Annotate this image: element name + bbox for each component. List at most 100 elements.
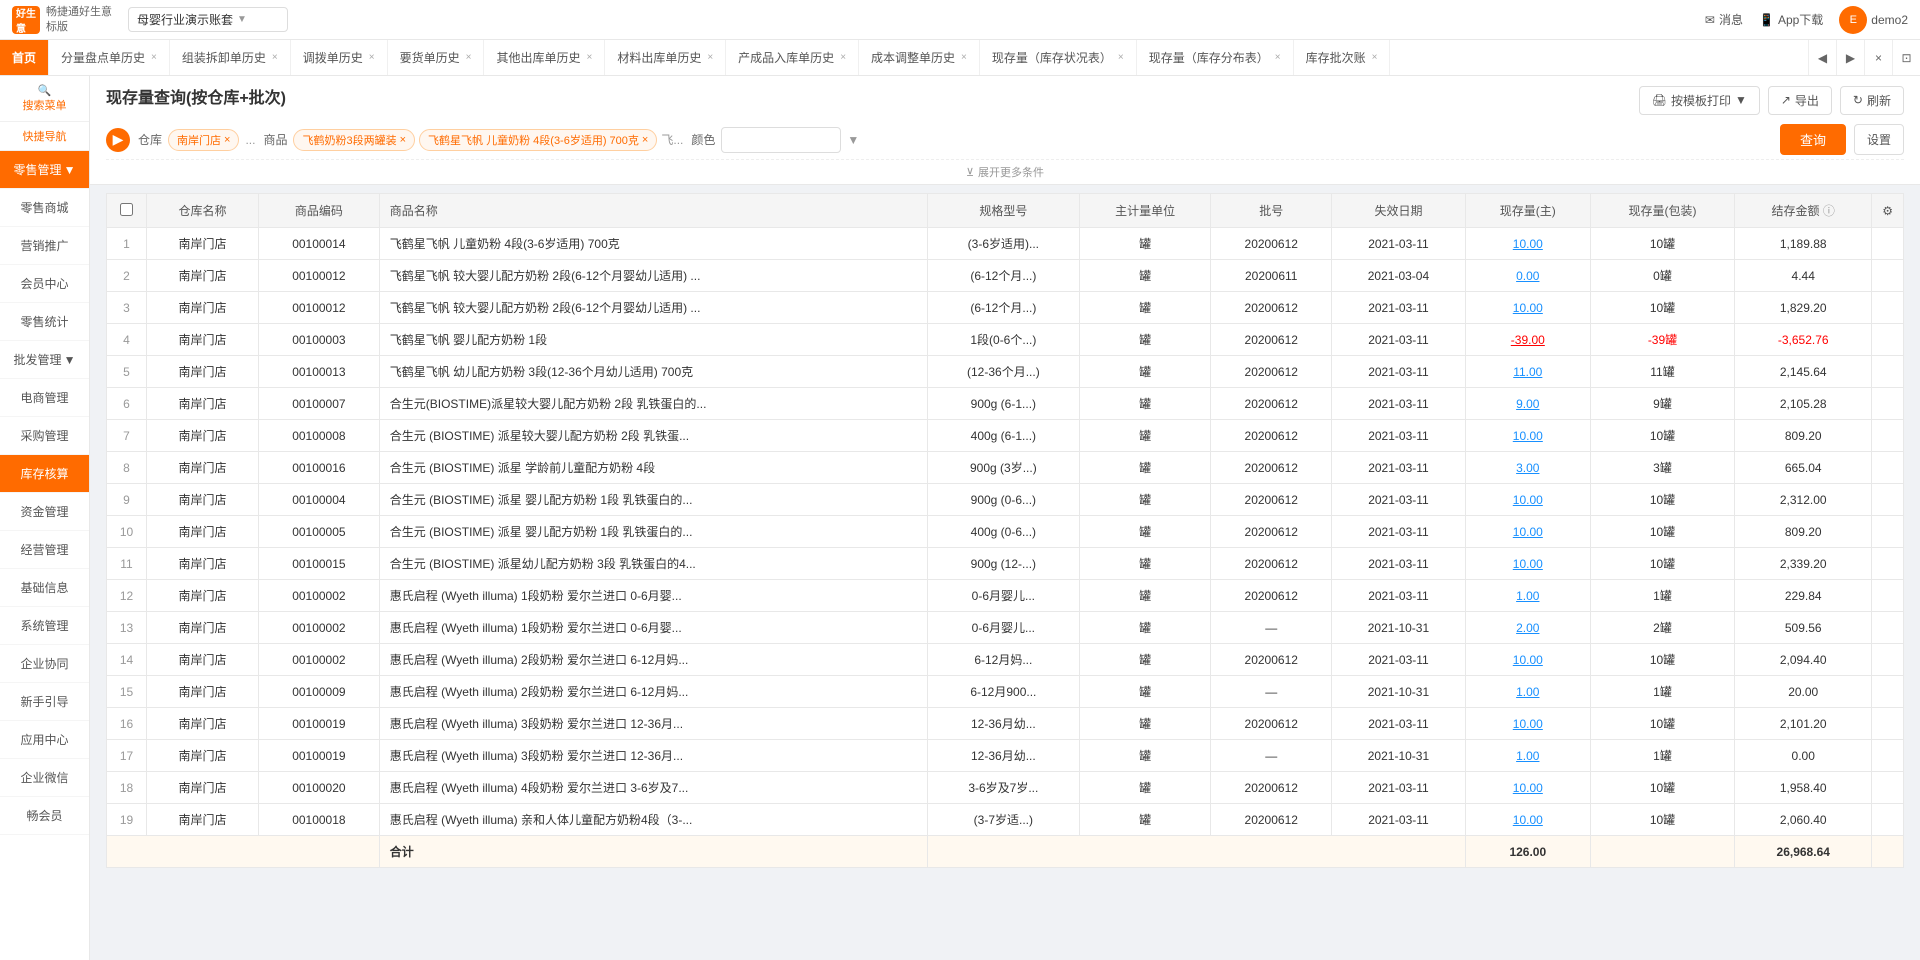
row-qty-main[interactable]: 10.00 bbox=[1465, 516, 1590, 548]
sidebar-item-enterprise-wechat[interactable]: 企业微信 bbox=[0, 759, 89, 797]
close-icon[interactable]: × bbox=[369, 52, 375, 63]
setting-button[interactable]: 设置 bbox=[1854, 124, 1904, 155]
col-settings[interactable]: ⚙ bbox=[1872, 194, 1904, 228]
row-batch: 20200612 bbox=[1211, 452, 1332, 484]
close-icon[interactable]: × bbox=[272, 52, 278, 63]
row-name: 飞鹤星飞帆 婴儿配方奶粉 1段 bbox=[379, 324, 927, 356]
sidebar-search[interactable]: 🔍 搜索菜单 bbox=[0, 76, 89, 122]
tab-11[interactable]: 库存批次账 × bbox=[1294, 40, 1391, 76]
query-button[interactable]: 查询 bbox=[1780, 124, 1846, 155]
color-input[interactable] bbox=[721, 127, 841, 153]
row-qty-main[interactable]: 1.00 bbox=[1465, 676, 1590, 708]
table-row: 18 南岸门店 00100020 惠氏启程 (Wyeth illuma) 4段奶… bbox=[107, 772, 1904, 804]
sidebar-item-enterprise[interactable]: 企业协同 bbox=[0, 645, 89, 683]
sidebar-item-retail-stat[interactable]: 零售统计 bbox=[0, 303, 89, 341]
messages-button[interactable]: ✉ 消息 bbox=[1705, 11, 1743, 28]
sidebar-item-purchase[interactable]: 采购管理 bbox=[0, 417, 89, 455]
expand-arrow-button[interactable]: ▶ bbox=[106, 128, 130, 152]
close-icon[interactable]: × bbox=[586, 52, 592, 63]
tab-8[interactable]: 成本调整单历史 × bbox=[859, 40, 980, 76]
row-qty-main[interactable]: 3.00 bbox=[1465, 452, 1590, 484]
sidebar-item-system[interactable]: 系统管理 bbox=[0, 607, 89, 645]
nav-maximize-button[interactable]: ⊡ bbox=[1892, 40, 1920, 76]
sidebar-item-retail[interactable]: 零售管理 ▼ bbox=[0, 151, 89, 189]
app-download-button[interactable]: 📱 App下载 bbox=[1759, 11, 1823, 28]
checkbox-header[interactable] bbox=[107, 194, 147, 228]
refresh-button[interactable]: ↻ 刷新 bbox=[1840, 86, 1904, 115]
col-expire: 失效日期 bbox=[1332, 194, 1466, 228]
nav-prev-button[interactable]: ◀ bbox=[1808, 40, 1836, 76]
warehouse-tag-0[interactable]: 南岸门店 × bbox=[168, 129, 239, 151]
row-qty-main[interactable]: 11.00 bbox=[1465, 356, 1590, 388]
sidebar-item-wholesale[interactable]: 批发管理 ▼ bbox=[0, 341, 89, 379]
tab-7[interactable]: 产成品入库单历史 × bbox=[726, 40, 859, 76]
tab-1[interactable]: 分量盘点单历史 × bbox=[49, 40, 170, 76]
tab-5[interactable]: 其他出库单历史 × bbox=[484, 40, 605, 76]
remove-tag-icon[interactable]: × bbox=[642, 134, 648, 146]
close-icon[interactable]: × bbox=[1275, 52, 1281, 63]
row-qty-main[interactable]: 10.00 bbox=[1465, 292, 1590, 324]
sidebar-item-retail-shop[interactable]: 零售商城 bbox=[0, 189, 89, 227]
row-qty-main[interactable]: 10.00 bbox=[1465, 548, 1590, 580]
row-warehouse: 南岸门店 bbox=[147, 804, 259, 836]
tab-home[interactable]: 首页 bbox=[0, 40, 49, 76]
row-qty-main[interactable]: 2.00 bbox=[1465, 612, 1590, 644]
product-tag-0[interactable]: 飞鹤奶粉3段两罐装 × bbox=[293, 129, 415, 151]
close-icon[interactable]: × bbox=[707, 52, 713, 63]
tab-10[interactable]: 现存量（库存分布表） × bbox=[1137, 40, 1294, 76]
close-icon[interactable]: × bbox=[840, 52, 846, 63]
row-qty-main[interactable]: 10.00 bbox=[1465, 644, 1590, 676]
print-button[interactable]: 🖨 按模板打印 ▼ bbox=[1639, 86, 1760, 115]
row-qty-main[interactable]: 10.00 bbox=[1465, 484, 1590, 516]
sidebar-item-app-center[interactable]: 应用中心 bbox=[0, 721, 89, 759]
close-icon[interactable]: × bbox=[466, 52, 472, 63]
row-num: 5 bbox=[107, 356, 147, 388]
tab-3[interactable]: 调拨单历史 × bbox=[291, 40, 388, 76]
tab-6[interactable]: 材料出库单历史 × bbox=[605, 40, 726, 76]
sidebar-item-marketing[interactable]: 营销推广 bbox=[0, 227, 89, 265]
content-area: 现存量查询(按仓库+批次) 🖨 按模板打印 ▼ ↗ 导出 ↻ 刷新 bbox=[90, 76, 1920, 960]
row-qty-main[interactable]: 10.00 bbox=[1465, 708, 1590, 740]
sidebar-item-inventory[interactable]: 库存核算 bbox=[0, 455, 89, 493]
nav-next-button[interactable]: ▶ bbox=[1836, 40, 1864, 76]
sidebar-item-finance[interactable]: 资金管理 bbox=[0, 493, 89, 531]
row-qty-main[interactable]: 10.00 bbox=[1465, 420, 1590, 452]
info-icon[interactable]: ⓘ bbox=[1823, 204, 1835, 218]
tab-2[interactable]: 组装拆卸单历史 × bbox=[170, 40, 291, 76]
row-qty-main[interactable]: 9.00 bbox=[1465, 388, 1590, 420]
row-qty-main[interactable]: 10.00 bbox=[1465, 804, 1590, 836]
product-more[interactable]: 飞... bbox=[661, 131, 683, 148]
sidebar-item-member[interactable]: 会员中心 bbox=[0, 265, 89, 303]
close-icon[interactable]: × bbox=[1118, 52, 1124, 63]
sidebar-item-basic[interactable]: 基础信息 bbox=[0, 569, 89, 607]
row-qty-main[interactable]: 1.00 bbox=[1465, 580, 1590, 612]
select-all-checkbox[interactable] bbox=[120, 203, 133, 216]
sidebar-quick-nav[interactable]: 快捷导航 bbox=[0, 122, 89, 151]
tab-4[interactable]: 要货单历史 × bbox=[388, 40, 485, 76]
tab-9[interactable]: 现存量（库存状况表） × bbox=[980, 40, 1137, 76]
expand-more-conditions[interactable]: ⊻ 展开更多条件 bbox=[106, 159, 1904, 184]
close-icon[interactable]: × bbox=[1372, 52, 1378, 63]
user-menu[interactable]: E demo2 bbox=[1839, 6, 1908, 34]
close-icon[interactable]: × bbox=[961, 52, 967, 63]
sidebar-item-vip[interactable]: 畅会员 bbox=[0, 797, 89, 835]
row-spec: 3-6岁及7岁... bbox=[927, 772, 1079, 804]
export-button[interactable]: ↗ 导出 bbox=[1768, 86, 1832, 115]
row-qty-main[interactable]: 10.00 bbox=[1465, 228, 1590, 260]
nav-close-button[interactable]: × bbox=[1864, 40, 1892, 76]
remove-tag-icon[interactable]: × bbox=[400, 134, 406, 146]
row-qty-main[interactable]: -39.00 bbox=[1465, 324, 1590, 356]
product-tag-1[interactable]: 飞鹤星飞帆 儿童奶粉 4段(3-6岁适用) 700克 × bbox=[419, 129, 657, 151]
sidebar-item-ecommerce[interactable]: 电商管理 bbox=[0, 379, 89, 417]
remove-tag-icon[interactable]: × bbox=[224, 134, 230, 146]
sidebar-item-guide[interactable]: 新手引导 bbox=[0, 683, 89, 721]
close-icon[interactable]: × bbox=[151, 52, 157, 63]
sidebar-item-operations[interactable]: 经营管理 bbox=[0, 531, 89, 569]
enterprise-selector[interactable]: 母婴行业演示账套 ▼ bbox=[128, 7, 288, 32]
warehouse-more[interactable]: ... bbox=[245, 133, 255, 147]
row-unit: 罐 bbox=[1079, 356, 1210, 388]
row-qty-main[interactable]: 1.00 bbox=[1465, 740, 1590, 772]
refresh-icon: ↻ bbox=[1853, 93, 1863, 107]
row-qty-main[interactable]: 10.00 bbox=[1465, 772, 1590, 804]
row-qty-main[interactable]: 0.00 bbox=[1465, 260, 1590, 292]
